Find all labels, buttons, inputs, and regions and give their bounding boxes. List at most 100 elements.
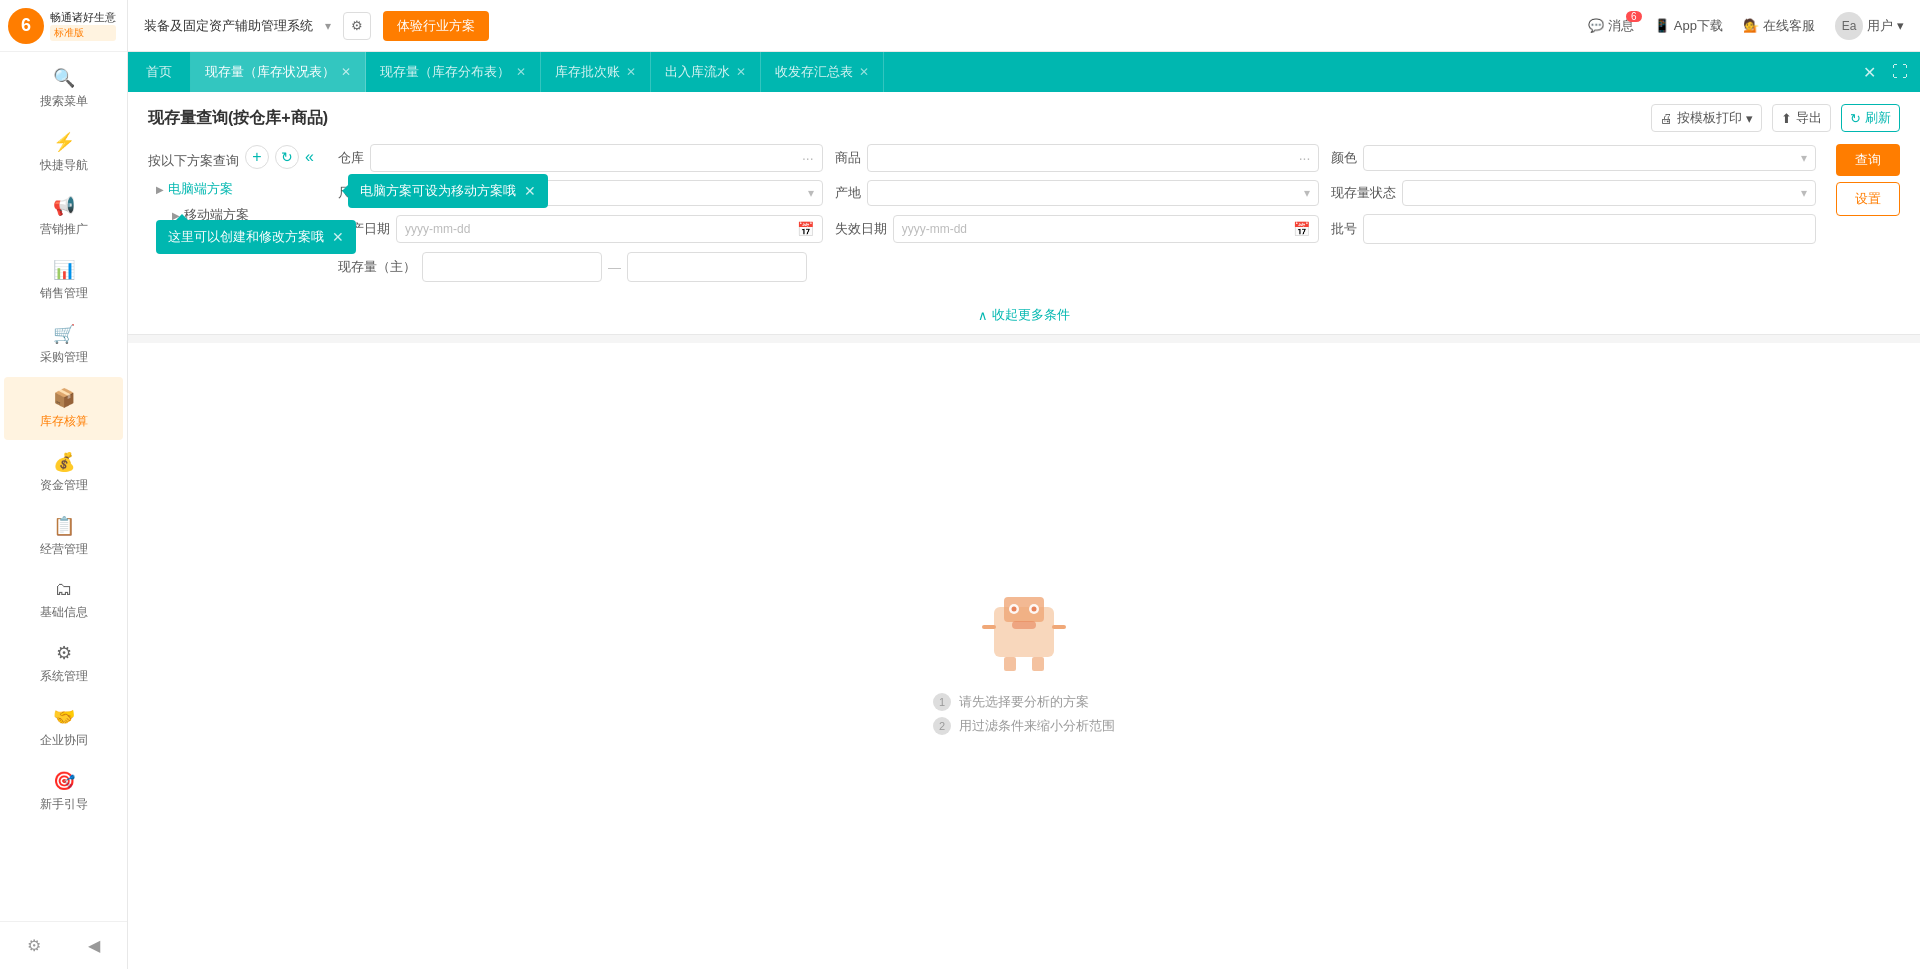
sidebar-item-label: 企业协同: [40, 732, 88, 749]
app-download-btn[interactable]: 📱 App下载: [1654, 17, 1723, 35]
collapse-label: 收起更多条件: [992, 306, 1070, 324]
tab-inventory-status-close[interactable]: ✕: [341, 65, 351, 79]
tab-summary-close[interactable]: ✕: [859, 65, 869, 79]
sidebar-item-marketing[interactable]: 📢 营销推广: [4, 185, 123, 248]
support-icon: 💁: [1743, 18, 1759, 33]
print-arrow: ▾: [1746, 111, 1753, 126]
production-date-input[interactable]: yyyy-mm-dd 📅: [396, 215, 823, 243]
tab-flow[interactable]: 出入库流水 ✕: [651, 52, 761, 92]
expiry-date-placeholder: yyyy-mm-dd: [902, 222, 967, 236]
collapse-button[interactable]: ∧ 收起更多条件: [978, 306, 1070, 324]
svg-rect-9: [1004, 657, 1016, 671]
scheme-tree-pc[interactable]: ▶ 电脑端方案: [148, 176, 328, 202]
notification-btn[interactable]: 💬 消息 6: [1588, 17, 1634, 35]
sidebar-settings-btn[interactable]: ⚙: [23, 932, 45, 959]
tab-batch-account[interactable]: 库存批次账 ✕: [541, 52, 651, 92]
production-date-placeholder: yyyy-mm-dd: [405, 222, 470, 236]
warehouse-input[interactable]: ···: [370, 144, 823, 172]
form-row-1: 仓库 ··· 商品 ···: [338, 144, 1816, 172]
sidebar-item-operations[interactable]: 📋 经营管理: [4, 505, 123, 568]
stock-main-max-input[interactable]: [627, 252, 807, 282]
sidebar-item-basic[interactable]: 🗂 基础信息: [4, 569, 123, 631]
stock-status-select[interactable]: ▾: [1402, 180, 1816, 206]
product-field: 商品 ···: [835, 144, 1320, 172]
svg-rect-10: [1032, 657, 1044, 671]
experience-button[interactable]: 体验行业方案: [383, 11, 489, 41]
print-icon: 🖨: [1660, 111, 1673, 126]
tab-inventory-distribution-close[interactable]: ✕: [516, 65, 526, 79]
search-set-buttons: 查询 设置: [1836, 144, 1900, 216]
tab-summary-label: 收发存汇总表: [775, 63, 853, 81]
sidebar-item-inventory[interactable]: 📦 库存核算: [4, 377, 123, 440]
origin-select[interactable]: ▾: [867, 180, 1320, 206]
user-area[interactable]: Ea 用户 ▾: [1835, 12, 1904, 40]
color-label: 颜色: [1331, 149, 1357, 167]
tip-text-2: 用过滤条件来缩小分析范围: [959, 717, 1115, 735]
tab-home-label: 首页: [146, 63, 172, 81]
filter-label-row: 按以下方案查询 + ↻ «: [148, 144, 328, 170]
sales-icon: 📊: [53, 259, 75, 281]
sidebar-item-label: 新手引导: [40, 796, 88, 813]
sidebar-item-label: 快捷导航: [40, 157, 88, 174]
tooltip-text: 电脑方案可设为移动方案哦: [360, 182, 516, 200]
tab-flow-close[interactable]: ✕: [736, 65, 746, 79]
sidebar-item-guide[interactable]: 🎯 新手引导: [4, 760, 123, 823]
sidebar-item-label: 资金管理: [40, 477, 88, 494]
print-label: 按模板打印: [1677, 109, 1742, 127]
origin-label: 产地: [835, 184, 861, 202]
expiry-date-input[interactable]: yyyy-mm-dd 📅: [893, 215, 1320, 243]
color-dropdown-icon: ▾: [1801, 151, 1807, 165]
export-button[interactable]: ⬆ 导出: [1772, 104, 1831, 132]
sidebar: 6 畅通诸好生意 标准版 🔍 搜索菜单 ⚡ 快捷导航 📢 营销推广 📊 销售管理…: [0, 0, 128, 969]
refresh-button[interactable]: ↻ 刷新: [1841, 104, 1900, 132]
stock-main-min-input[interactable]: [422, 252, 602, 282]
tab-summary[interactable]: 收发存汇总表 ✕: [761, 52, 884, 92]
expiry-date-label: 失效日期: [835, 220, 887, 238]
search-button[interactable]: 查询: [1836, 144, 1900, 176]
tab-bar: 首页 现存量（库存状况表） ✕ 现存量（库存分布表） ✕ 库存批次账 ✕ 出入库…: [128, 52, 1920, 92]
empty-tip-1: 1 请先选择要分析的方案: [933, 693, 1115, 711]
batch-input[interactable]: [1363, 214, 1816, 244]
production-date-icon: 📅: [797, 221, 814, 237]
avatar: Ea: [1835, 12, 1863, 40]
filter-back-btn[interactable]: «: [305, 148, 314, 166]
sidebar-item-search[interactable]: 🔍 搜索菜单: [4, 57, 123, 120]
tab-inventory-status-label: 现存量（库存状况表）: [205, 63, 335, 81]
export-label: 导出: [1796, 109, 1822, 127]
gear-button[interactable]: ⚙: [343, 12, 371, 40]
logo-area: 6 畅通诸好生意 标准版: [0, 0, 127, 52]
filter-add-btn[interactable]: +: [245, 145, 269, 169]
tab-batch-account-close[interactable]: ✕: [626, 65, 636, 79]
tip-num-2: 2: [933, 717, 951, 735]
sidebar-item-quick-nav[interactable]: ⚡ 快捷导航: [4, 121, 123, 184]
brand-tag: 标准版: [50, 25, 116, 41]
tab-maximize-icon[interactable]: ⛶: [1888, 59, 1912, 85]
warehouse-dots: ···: [802, 150, 814, 166]
sidebar-item-cooperation[interactable]: 🤝 企业协同: [4, 696, 123, 759]
set-button[interactable]: 设置: [1836, 182, 1900, 216]
sidebar-item-finance[interactable]: 💰 资金管理: [4, 441, 123, 504]
tab-inventory-distribution[interactable]: 现存量（库存分布表） ✕: [366, 52, 541, 92]
title-actions: 🖨 按模板打印 ▾ ⬆ 导出 ↻ 刷新: [1651, 104, 1900, 132]
tab-inventory-status[interactable]: 现存量（库存状况表） ✕: [191, 52, 366, 92]
sidebar-item-purchase[interactable]: 🛒 采购管理: [4, 313, 123, 376]
tab-close-all-icon[interactable]: ✕: [1859, 59, 1880, 86]
online-support-btn[interactable]: 💁 在线客服: [1743, 17, 1815, 35]
sidebar-item-sales[interactable]: 📊 销售管理: [4, 249, 123, 312]
origin-field: 产地 ▾: [835, 180, 1320, 206]
filter-refresh-btn[interactable]: ↻: [275, 145, 299, 169]
form-row-3: 生产日期 yyyy-mm-dd 📅 失效日期 yyyy-mm-dd 📅: [338, 214, 1816, 244]
tooltip-close[interactable]: ✕: [524, 183, 536, 199]
color-select[interactable]: ▾: [1363, 145, 1816, 171]
collapse-icon: ∧: [978, 308, 988, 323]
sidebar-item-system[interactable]: ⚙ 系统管理: [4, 632, 123, 695]
tooltip2-close[interactable]: ✕: [332, 229, 344, 245]
tab-home[interactable]: 首页: [128, 52, 191, 92]
stock-status-dropdown-icon: ▾: [1801, 186, 1807, 200]
logo-icon: 6: [8, 8, 44, 44]
sidebar-menu: 🔍 搜索菜单 ⚡ 快捷导航 📢 营销推广 📊 销售管理 🛒 采购管理 📦 库存核…: [0, 52, 127, 921]
system-title: 装备及固定资产辅助管理系统: [144, 17, 313, 35]
sidebar-collapse-btn[interactable]: ◀: [84, 932, 104, 959]
print-button[interactable]: 🖨 按模板打印 ▾: [1651, 104, 1762, 132]
product-input[interactable]: ···: [867, 144, 1320, 172]
